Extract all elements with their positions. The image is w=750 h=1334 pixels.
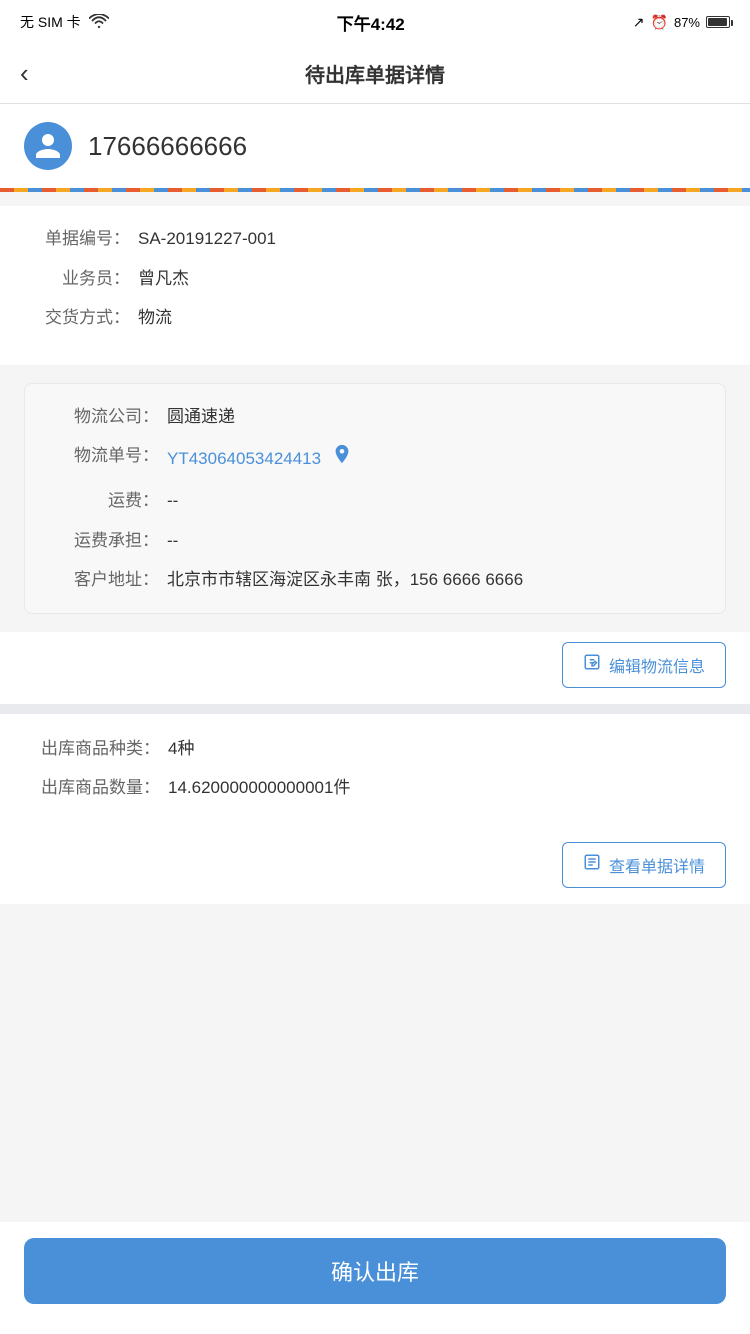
freight-responsible-value: --	[167, 528, 701, 554]
logistics-card: 物流公司： 圆通速递 物流单号： YT43064053424413 运费： --…	[24, 383, 726, 614]
view-btn-row: 查看单据详情	[0, 832, 750, 904]
track-location-icon[interactable]	[331, 443, 353, 474]
list-icon	[583, 853, 601, 876]
empty-space	[0, 904, 750, 1084]
order-info-section: 单据编号： SA-20191227-001 业务员： 曾凡杰 交货方式： 物流	[0, 206, 750, 365]
edit-logistics-label: 编辑物流信息	[609, 653, 705, 677]
nav-bar: ‹ 待出库单据详情	[0, 44, 750, 104]
logistics-company-value: 圆通速递	[167, 404, 701, 430]
logistics-tracking-value: YT43064053424413	[167, 446, 321, 472]
logistics-company-row: 物流公司： 圆通速递	[49, 404, 701, 430]
battery-percent-text: 87%	[674, 15, 700, 30]
tracking-number-group: YT43064053424413	[159, 443, 353, 474]
person-icon	[33, 131, 63, 161]
delivery-method-value: 物流	[138, 305, 720, 331]
freight-responsible-row: 运费承担： --	[49, 528, 701, 554]
view-details-label: 查看单据详情	[609, 853, 705, 877]
logistics-company-label: 物流公司：	[49, 404, 159, 430]
confirm-outbound-label: 确认出库	[331, 1255, 419, 1287]
goods-types-row: 出库商品种类： 4种	[30, 734, 720, 759]
confirm-outbound-button[interactable]: 确认出库	[24, 1238, 726, 1304]
sales-rep-row: 业务员： 曾凡杰	[30, 266, 720, 292]
alarm-icon: ⏰	[651, 14, 668, 31]
customer-phone: 17666666666	[88, 131, 247, 162]
view-details-button[interactable]: 查看单据详情	[562, 842, 726, 888]
edit-btn-row: 编辑物流信息	[0, 632, 750, 704]
sales-rep-value: 曾凡杰	[138, 266, 720, 292]
back-button[interactable]: ‹	[12, 50, 37, 97]
customer-section: 17666666666	[0, 104, 750, 188]
edit-icon	[583, 653, 601, 676]
freight-responsible-label: 运费承担：	[49, 528, 159, 554]
status-left: 无 SIM 卡	[20, 12, 109, 32]
goods-quantity-value: 14.620000000000001件	[168, 773, 350, 798]
delivery-method-label: 交货方式：	[30, 305, 130, 331]
carrier-text: 无 SIM 卡	[20, 12, 81, 32]
order-number-row: 单据编号： SA-20191227-001	[30, 226, 720, 252]
bottom-btn-area: 确认出库	[0, 1222, 750, 1334]
status-right: ↗ ⏰ 87%	[633, 14, 730, 31]
page-title: 待出库单据详情	[305, 59, 445, 88]
section-divider	[0, 704, 750, 714]
freight-label: 运费：	[49, 488, 159, 514]
status-time: 下午4:42	[337, 10, 405, 35]
address-row: 客户地址： 北京市市辖区海淀区永丰南 张，156 6666 6666	[49, 567, 701, 593]
status-bar: 无 SIM 卡 下午4:42 ↗ ⏰ 87%	[0, 0, 750, 44]
order-number-value: SA-20191227-001	[138, 226, 720, 252]
location-status-icon: ↗	[633, 14, 645, 31]
battery-icon	[706, 16, 730, 28]
wifi-icon	[89, 14, 109, 31]
logistics-tracking-label: 物流单号：	[49, 443, 159, 469]
address-value: 北京市市辖区海淀区永丰南 张，156 6666 6666	[167, 567, 701, 593]
freight-row: 运费： --	[49, 488, 701, 514]
avatar	[24, 122, 72, 170]
freight-value: --	[167, 488, 701, 514]
logistics-tracking-row: 物流单号： YT43064053424413	[49, 443, 701, 474]
sales-rep-label: 业务员：	[30, 266, 130, 292]
goods-types-value: 4种	[168, 734, 194, 759]
goods-types-label: 出库商品种类：	[30, 734, 160, 759]
edit-logistics-button[interactable]: 编辑物流信息	[562, 642, 726, 688]
rainbow-divider	[0, 188, 750, 192]
goods-quantity-row: 出库商品数量： 14.620000000000001件	[30, 773, 720, 798]
delivery-method-row: 交货方式： 物流	[30, 305, 720, 331]
goods-quantity-label: 出库商品数量：	[30, 773, 160, 798]
address-label: 客户地址：	[49, 567, 159, 593]
order-number-label: 单据编号：	[30, 226, 130, 252]
goods-section: 出库商品种类： 4种 出库商品数量： 14.620000000000001件	[0, 714, 750, 832]
